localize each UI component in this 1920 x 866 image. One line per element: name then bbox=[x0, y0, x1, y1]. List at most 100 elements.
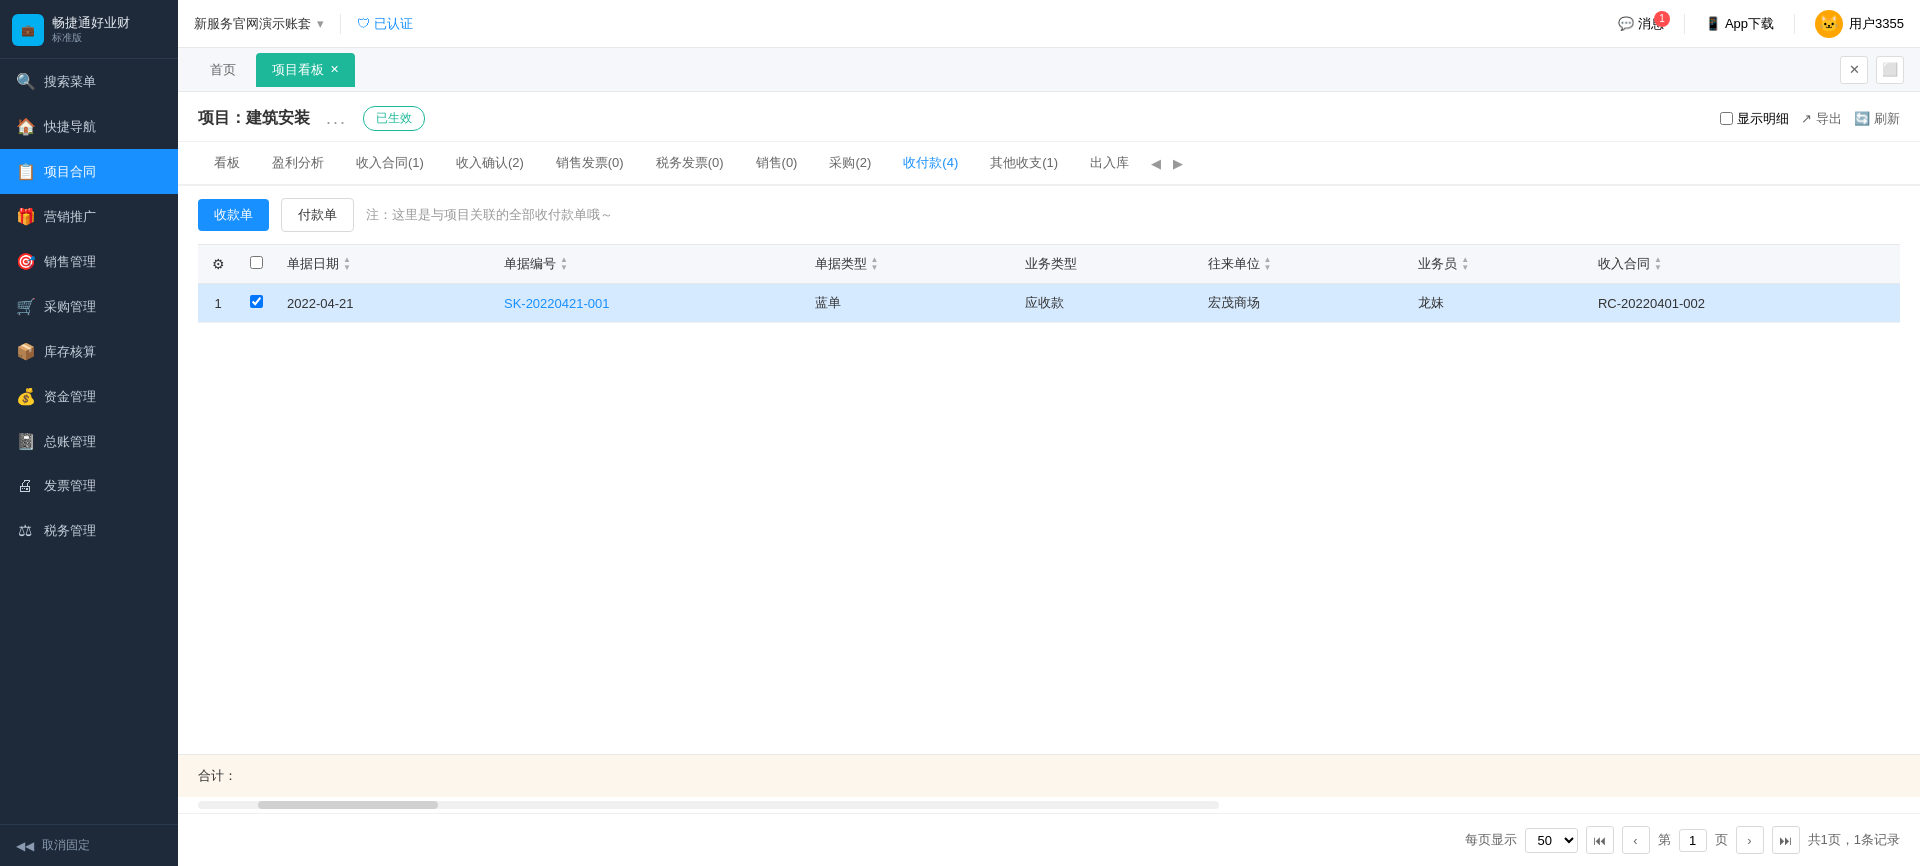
sub-tab-sales-invoice[interactable]: 销售发票(0) bbox=[540, 142, 640, 186]
sub-tab-income-contract[interactable]: 收入合同(1) bbox=[340, 142, 440, 186]
page-content: 项目：建筑安装 ... 已生效 显示明细 ↗ 导出 🔄 刷新 bbox=[178, 92, 1920, 866]
box-icon: 📦 bbox=[16, 342, 34, 361]
message-icon: 💬 bbox=[1618, 16, 1634, 31]
cell-num: 1 bbox=[198, 284, 238, 323]
select-all-checkbox[interactable] bbox=[250, 256, 263, 269]
scale-icon: ⚖ bbox=[16, 521, 34, 540]
project-more-icon[interactable]: ... bbox=[326, 108, 347, 129]
project-icon: 📋 bbox=[16, 162, 34, 181]
unpin-button[interactable]: ◀◀ 取消固定 bbox=[0, 824, 178, 866]
sidebar-item-purchase[interactable]: 🛒 采购管理 bbox=[0, 284, 178, 329]
per-page-select[interactable]: 50 bbox=[1525, 828, 1578, 853]
show-detail-input[interactable] bbox=[1720, 112, 1733, 125]
sidebar-item-capital[interactable]: 💰 资金管理 bbox=[0, 374, 178, 419]
user-menu[interactable]: 🐱 用户3355 bbox=[1815, 10, 1904, 38]
collection-bill-button[interactable]: 收款单 bbox=[198, 199, 269, 231]
divider-2 bbox=[1684, 14, 1685, 34]
project-label: 项目：建筑安装 bbox=[198, 108, 310, 129]
horizontal-scrollbar-track bbox=[198, 801, 1219, 809]
settings-icon[interactable]: ⚙ bbox=[212, 256, 225, 272]
type-sort[interactable]: ▲▼ bbox=[871, 256, 879, 272]
sidebar-item-ledger[interactable]: 📓 总账管理 bbox=[0, 419, 178, 464]
messages-button[interactable]: 💬 消息 1 bbox=[1618, 15, 1664, 33]
th-biz-type: 业务类型 bbox=[1013, 245, 1195, 284]
book-icon: 📓 bbox=[16, 432, 34, 451]
cell-partner: 宏茂商场 bbox=[1196, 284, 1407, 323]
data-table: ⚙ 单据日期 ▲▼ 单据编号 bbox=[198, 244, 1900, 323]
sidebar-header: 💼 畅捷通好业财 标准版 bbox=[0, 0, 178, 59]
tab-home[interactable]: 首页 bbox=[194, 53, 252, 87]
export-button[interactable]: ↗ 导出 bbox=[1801, 110, 1842, 128]
current-page: 1 bbox=[1679, 829, 1707, 852]
cell-code: SK-20220421-001 bbox=[492, 284, 803, 323]
sidebar-item-inventory[interactable]: 📦 库存核算 bbox=[0, 329, 178, 374]
app-subtitle: 标准版 bbox=[52, 31, 130, 45]
sub-tab-income-confirm[interactable]: 收入确认(2) bbox=[440, 142, 540, 186]
sidebar-item-search[interactable]: 🔍 搜索菜单 bbox=[0, 59, 178, 104]
sidebar-item-project-contract[interactable]: 📋 项目合同 bbox=[0, 149, 178, 194]
app-download-button[interactable]: 📱 App下载 bbox=[1705, 15, 1774, 33]
th-code: 单据编号 ▲▼ bbox=[492, 245, 803, 284]
sidebar-nav: 🔍 搜索菜单 🏠 快捷导航 📋 项目合同 🎁 营销推广 🎯 销售管理 🛒 采购管… bbox=[0, 59, 178, 824]
printer-icon: 🖨 bbox=[16, 477, 34, 495]
table-row[interactable]: 1 2022-04-21 SK-20220421-001 蓝单 应收款 宏茂商场… bbox=[198, 284, 1900, 323]
sub-tab-collection[interactable]: 收付款(4) bbox=[887, 142, 974, 186]
account-selector[interactable]: 新服务官网演示账套 ▾ bbox=[194, 15, 324, 33]
first-page-icon: ⏮ bbox=[1593, 833, 1606, 848]
sub-tab-sales[interactable]: 销售(0) bbox=[740, 142, 814, 186]
show-detail-checkbox[interactable]: 显示明细 bbox=[1720, 110, 1789, 128]
sub-tab-other-income[interactable]: 其他收支(1) bbox=[974, 142, 1074, 186]
app-title: 畅捷通好业财 bbox=[52, 15, 130, 32]
total-row: 合计： bbox=[178, 754, 1920, 797]
account-dropdown-icon[interactable]: ▾ bbox=[317, 16, 324, 31]
contract-sort[interactable]: ▲▼ bbox=[1654, 256, 1662, 272]
sub-tab-tax-invoice[interactable]: 税务发票(0) bbox=[640, 142, 740, 186]
sidebar-item-tax[interactable]: ⚖ 税务管理 bbox=[0, 508, 178, 553]
sub-tab-warehouse[interactable]: 出入库 bbox=[1074, 142, 1145, 186]
close-tab-action[interactable]: ✕ bbox=[1840, 56, 1868, 84]
table-header-row: ⚙ 单据日期 ▲▼ 单据编号 bbox=[198, 245, 1900, 284]
sub-tab-purchase[interactable]: 采购(2) bbox=[813, 142, 887, 186]
tab-close-icon[interactable]: ✕ bbox=[330, 63, 339, 76]
export-icon: ↗ bbox=[1801, 111, 1812, 126]
target-icon: 🎯 bbox=[16, 252, 34, 271]
shield-icon: 🛡 bbox=[357, 16, 370, 31]
row-checkbox[interactable] bbox=[250, 295, 263, 308]
sidebar-item-invoice[interactable]: 🖨 发票管理 bbox=[0, 464, 178, 508]
refresh-icon: 🔄 bbox=[1854, 111, 1870, 126]
next-page-button[interactable]: › bbox=[1736, 826, 1764, 854]
horizontal-scrollbar-thumb[interactable] bbox=[258, 801, 438, 809]
project-actions: 显示明细 ↗ 导出 🔄 刷新 bbox=[1720, 110, 1900, 128]
maximize-tab-action[interactable]: ⬜ bbox=[1876, 56, 1904, 84]
sub-tab-prev-arrow[interactable]: ◀ bbox=[1145, 144, 1167, 183]
divider-1 bbox=[340, 14, 341, 34]
payment-bill-button[interactable]: 付款单 bbox=[281, 198, 354, 232]
toolbar-note: 注：这里是与项目关联的全部收付款单哦～ bbox=[366, 206, 613, 224]
divider-3 bbox=[1794, 14, 1795, 34]
sidebar-item-marketing[interactable]: 🎁 营销推广 bbox=[0, 194, 178, 239]
sidebar-item-quick-nav[interactable]: 🏠 快捷导航 bbox=[0, 104, 178, 149]
tab-project-board[interactable]: 项目看板 ✕ bbox=[256, 53, 355, 87]
certified-badge: 🛡 已认证 bbox=[357, 15, 413, 33]
home-icon: 🏠 bbox=[16, 117, 34, 136]
topbar: 新服务官网演示账套 ▾ 🛡 已认证 💬 消息 1 📱 App下载 🐱 bbox=[178, 0, 1920, 48]
code-sort[interactable]: ▲▼ bbox=[560, 256, 568, 272]
tab-actions: ✕ ⬜ bbox=[1840, 56, 1904, 84]
first-page-button[interactable]: ⏮ bbox=[1586, 826, 1614, 854]
pagination-summary: 共1页，1条记录 bbox=[1808, 831, 1900, 849]
bill-code-link[interactable]: SK-20220421-001 bbox=[504, 296, 610, 311]
tabbar: 首页 项目看板 ✕ ✕ ⬜ bbox=[178, 48, 1920, 92]
prev-page-button[interactable]: ‹ bbox=[1622, 826, 1650, 854]
sub-tab-next-arrow[interactable]: ▶ bbox=[1167, 144, 1189, 183]
scroll-area bbox=[178, 797, 1920, 813]
sub-tab-profit[interactable]: 盈利分析 bbox=[256, 142, 340, 186]
refresh-button[interactable]: 🔄 刷新 bbox=[1854, 110, 1900, 128]
sub-tab-board[interactable]: 看板 bbox=[198, 142, 256, 186]
salesman-sort[interactable]: ▲▼ bbox=[1461, 256, 1469, 272]
sidebar-item-sales[interactable]: 🎯 销售管理 bbox=[0, 239, 178, 284]
last-page-button[interactable]: ⏭ bbox=[1772, 826, 1800, 854]
date-sort[interactable]: ▲▼ bbox=[343, 256, 351, 272]
prev-page-icon: ‹ bbox=[1633, 833, 1637, 848]
partner-sort[interactable]: ▲▼ bbox=[1264, 256, 1272, 272]
search-icon: 🔍 bbox=[16, 72, 34, 91]
